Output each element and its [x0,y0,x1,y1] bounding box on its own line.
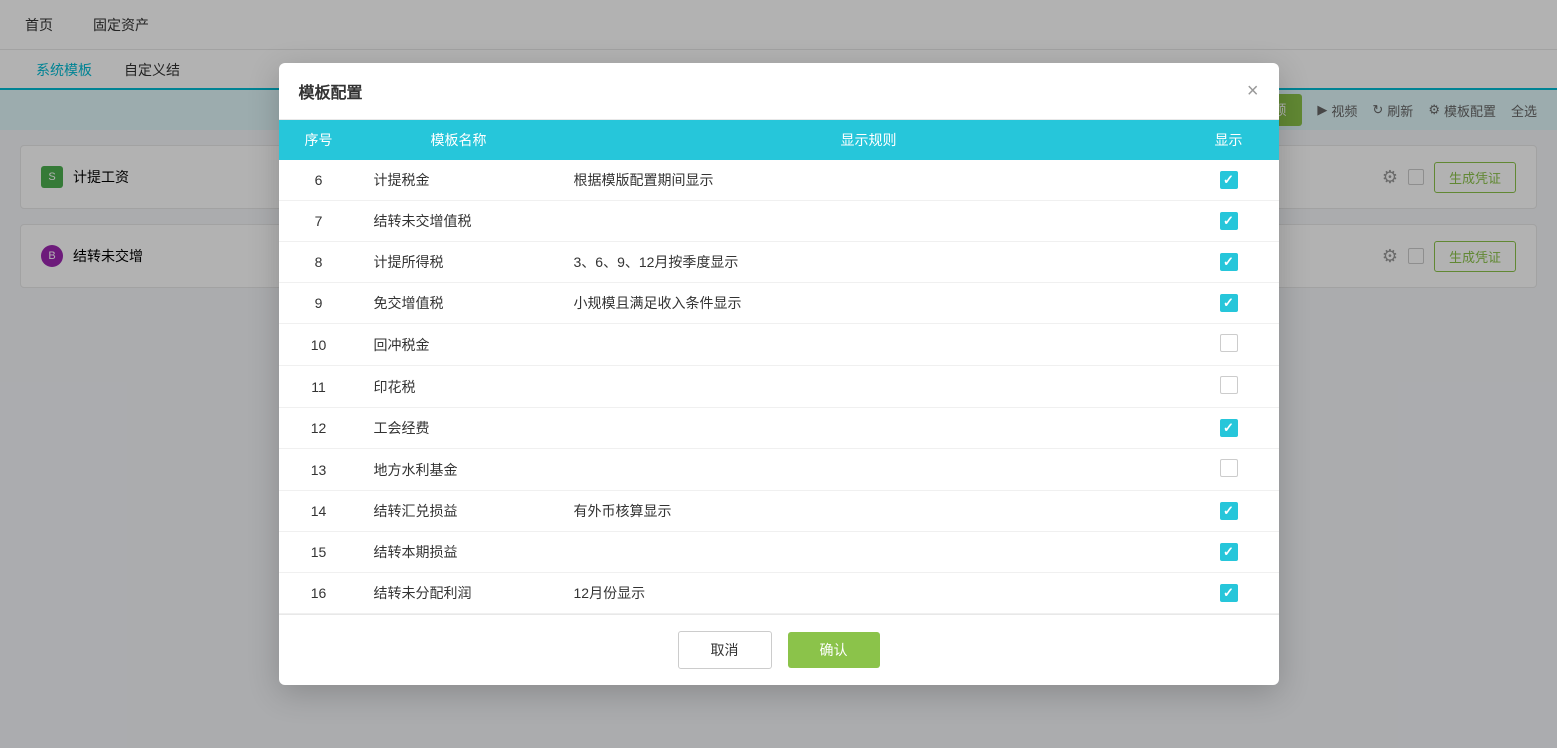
cell-rule-6 [559,408,1179,449]
cell-name-7: 地方水利基金 [359,449,559,491]
cell-seq-7: 13 [279,449,359,491]
cell-show-7[interactable] [1179,449,1279,491]
table-row: 11印花税 [279,366,1279,408]
cell-rule-8: 有外币核算显示 [559,491,1179,532]
checkbox-checked-2[interactable] [1220,253,1238,271]
cell-show-5[interactable] [1179,366,1279,408]
table-row: 15结转本期损益 [279,532,1279,573]
checkbox-checked-1[interactable] [1220,212,1238,230]
table-row: 8计提所得税3、6、9、12月按季度显示 [279,242,1279,283]
modal-template-config: 模板配置 × 序号 模板名称 显示规则 显示 6计提税金根据模版配置期间 [279,63,1279,685]
table-row: 6计提税金根据模版配置期间显示 [279,160,1279,201]
cell-seq-6: 12 [279,408,359,449]
checkbox-checked-10[interactable] [1220,584,1238,602]
modal-close-button[interactable]: × [1247,81,1259,101]
cell-show-4[interactable] [1179,324,1279,366]
cell-seq-9: 15 [279,532,359,573]
modal-body: 序号 模板名称 显示规则 显示 6计提税金根据模版配置期间显示7结转未交增值税8… [279,120,1279,614]
cell-show-10[interactable] [1179,573,1279,614]
cell-name-9: 结转本期损益 [359,532,559,573]
cell-show-2[interactable] [1179,242,1279,283]
cell-show-9[interactable] [1179,532,1279,573]
table-body: 6计提税金根据模版配置期间显示7结转未交增值税8计提所得税3、6、9、12月按季… [279,160,1279,614]
modal-header: 模板配置 × [279,63,1279,120]
cell-rule-10: 12月份显示 [559,573,1179,614]
table-row: 10回冲税金 [279,324,1279,366]
cell-seq-8: 14 [279,491,359,532]
cell-name-0: 计提税金 [359,160,559,201]
cell-seq-3: 9 [279,283,359,324]
cell-show-0[interactable] [1179,160,1279,201]
cell-seq-4: 10 [279,324,359,366]
cell-show-3[interactable] [1179,283,1279,324]
table-row: 7结转未交增值税 [279,201,1279,242]
modal-title: 模板配置 [299,79,363,103]
checkbox-unchecked-7[interactable] [1220,459,1238,477]
confirm-button[interactable]: 确认 [788,632,880,668]
table-row: 16结转未分配利润12月份显示 [279,573,1279,614]
cell-name-3: 免交增值税 [359,283,559,324]
checkbox-unchecked-5[interactable] [1220,376,1238,394]
background-page: 首页 固定资产 系统模板 自定义结 测算金额 ▶ 视频 ↻ 刷新 ⚙ 模板配置 … [0,0,1557,748]
cell-name-4: 回冲税金 [359,324,559,366]
cell-name-2: 计提所得税 [359,242,559,283]
col-header-show: 显示 [1179,120,1279,160]
table-row: 12工会经费 [279,408,1279,449]
cell-rule-4 [559,324,1179,366]
checkbox-checked-8[interactable] [1220,502,1238,520]
cell-seq-10: 16 [279,573,359,614]
cell-show-1[interactable] [1179,201,1279,242]
cell-rule-5 [559,366,1179,408]
modal-overlay: 模板配置 × 序号 模板名称 显示规则 显示 6计提税金根据模版配置期间 [0,0,1557,748]
checkbox-checked-6[interactable] [1220,419,1238,437]
cell-seq-5: 11 [279,366,359,408]
cell-show-6[interactable] [1179,408,1279,449]
checkbox-unchecked-4[interactable] [1220,334,1238,352]
table-row: 9免交增值税小规模且满足收入条件显示 [279,283,1279,324]
config-table: 序号 模板名称 显示规则 显示 6计提税金根据模版配置期间显示7结转未交增值税8… [279,120,1279,614]
col-header-seq: 序号 [279,120,359,160]
cell-rule-2: 3、6、9、12月按季度显示 [559,242,1179,283]
col-header-rule: 显示规则 [559,120,1179,160]
cancel-button[interactable]: 取消 [678,631,772,669]
cell-rule-1 [559,201,1179,242]
cell-name-1: 结转未交增值税 [359,201,559,242]
cell-name-6: 工会经费 [359,408,559,449]
col-header-name: 模板名称 [359,120,559,160]
table-row: 14结转汇兑损益有外币核算显示 [279,491,1279,532]
cell-rule-0: 根据模版配置期间显示 [559,160,1179,201]
cell-rule-9 [559,532,1179,573]
checkbox-checked-0[interactable] [1220,171,1238,189]
cell-rule-7 [559,449,1179,491]
cell-show-8[interactable] [1179,491,1279,532]
cell-seq-2: 8 [279,242,359,283]
cell-seq-1: 7 [279,201,359,242]
cell-seq-0: 6 [279,160,359,201]
checkbox-checked-3[interactable] [1220,294,1238,312]
cell-name-8: 结转汇兑损益 [359,491,559,532]
cell-name-10: 结转未分配利润 [359,573,559,614]
modal-footer: 取消 确认 [279,614,1279,685]
cell-name-5: 印花税 [359,366,559,408]
table-row: 13地方水利基金 [279,449,1279,491]
checkbox-checked-9[interactable] [1220,543,1238,561]
table-header-row: 序号 模板名称 显示规则 显示 [279,120,1279,160]
cell-rule-3: 小规模且满足收入条件显示 [559,283,1179,324]
